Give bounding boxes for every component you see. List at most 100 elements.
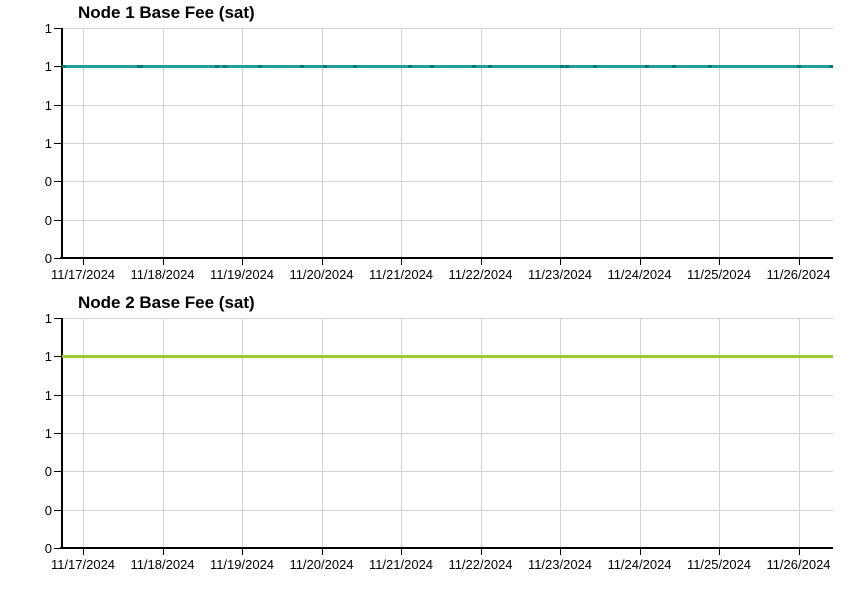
x-axis-tick	[639, 548, 641, 555]
x-axis-tick	[719, 258, 720, 265]
data-point-marker	[138, 64, 143, 68]
y-axis-tick	[54, 433, 61, 434]
vertical-gridline	[401, 28, 402, 258]
horizontal-gridline	[62, 143, 833, 144]
vertical-gridline	[798, 318, 800, 548]
data-point-marker	[258, 64, 263, 68]
y-axis-tick	[54, 105, 61, 106]
x-axis-tick	[162, 258, 164, 265]
data-point-marker	[797, 64, 802, 68]
x-tick-label: 11/26/2024	[766, 557, 831, 572]
y-tick-label: 1	[44, 426, 52, 441]
x-tick-label: 11/17/2024	[50, 267, 116, 282]
horizontal-gridline	[62, 395, 833, 396]
x-tick-label: 11/19/2024	[209, 557, 275, 572]
vertical-gridline	[83, 28, 84, 258]
vertical-gridline	[639, 28, 641, 258]
y-tick-label: 1	[44, 59, 52, 74]
x-axis-tick	[639, 258, 641, 265]
y-tick-label: 1	[44, 388, 52, 403]
x-axis-tick	[162, 548, 164, 555]
y-axis-tick	[54, 395, 61, 396]
y-tick-label: 1	[44, 98, 52, 113]
data-point-marker	[407, 64, 412, 68]
x-axis-tick	[242, 258, 243, 265]
horizontal-gridline	[62, 318, 833, 319]
x-axis-tick	[560, 548, 561, 555]
x-axis-tick	[242, 548, 243, 555]
vertical-gridline	[798, 28, 800, 258]
series-line	[62, 354, 833, 358]
y-axis-line	[61, 28, 63, 259]
data-point-marker	[487, 64, 492, 68]
x-axis-line	[60, 547, 833, 549]
y-axis-tick	[54, 220, 61, 221]
x-tick-label: 11/19/2024	[209, 267, 275, 282]
vertical-gridline	[321, 318, 323, 548]
data-point-marker	[471, 64, 476, 68]
x-tick-label: 11/20/2024	[289, 557, 354, 572]
x-axis-tick	[560, 258, 561, 265]
x-axis-tick	[719, 548, 720, 555]
x-axis-tick	[401, 258, 402, 265]
data-point-marker	[565, 64, 569, 68]
x-tick-label: 11/21/2024	[368, 267, 434, 282]
x-tick-label: 11/22/2024	[448, 267, 513, 282]
data-point-marker	[62, 64, 67, 68]
y-axis-tick	[54, 471, 61, 472]
y-axis-tick	[54, 28, 61, 29]
y-tick-label: 0	[44, 503, 52, 518]
x-axis-tick	[321, 258, 323, 265]
x-tick-label: 11/25/2024	[686, 267, 752, 282]
data-point-marker	[707, 64, 712, 68]
vertical-gridline	[321, 28, 323, 258]
node2-base-fee-chart: Node 2 Base Fee (sat) 11/17/2024 11/18/20…	[0, 290, 860, 580]
x-axis-tick	[401, 548, 402, 555]
x-tick-label: 11/18/2024	[130, 557, 195, 572]
chart-title: Node 1 Base Fee (sat)	[78, 3, 255, 22]
y-axis-tick	[54, 356, 61, 357]
y-tick-label: 0	[44, 541, 52, 556]
data-point-marker	[559, 64, 564, 68]
plot-area: 11/17/2024 11/18/2024 11/19/2024 11/20/2024…	[45, 21, 833, 282]
y-axis-tick	[54, 510, 61, 511]
y-axis-tick	[54, 143, 61, 144]
data-point-marker	[352, 64, 357, 68]
horizontal-gridline	[62, 433, 833, 434]
y-tick-label: 1	[44, 21, 52, 36]
vertical-gridline	[560, 318, 561, 548]
x-axis-tick	[83, 258, 84, 265]
x-axis-tick	[480, 258, 482, 265]
y-tick-label: 1	[44, 136, 52, 151]
x-tick-label: 11/25/2024	[686, 557, 752, 572]
x-tick-label: 11/21/2024	[368, 557, 434, 572]
data-point-marker	[645, 64, 650, 68]
vertical-gridline	[83, 318, 84, 548]
x-tick-label: 11/17/2024	[50, 557, 116, 572]
x-tick-label: 11/22/2024	[448, 557, 513, 572]
x-axis-tick	[798, 548, 800, 555]
data-point-marker	[430, 64, 435, 68]
plot-area: 11/17/2024 11/18/2024 11/19/2024 11/20/2024…	[45, 311, 833, 572]
data-point-marker	[828, 64, 833, 68]
data-point-marker	[214, 64, 219, 68]
base-fee-charts-page: Node 1 Base Fee (sat) 11/17/2024 11/18/20…	[0, 0, 860, 600]
x-tick-label: 11/23/2024	[527, 557, 593, 572]
chart-title: Node 2 Base Fee (sat)	[78, 293, 255, 312]
vertical-gridline	[401, 318, 402, 548]
x-tick-label: 11/20/2024	[289, 267, 354, 282]
series-line	[62, 64, 833, 68]
y-tick-label: 1	[44, 311, 52, 326]
y-tick-label: 1	[44, 349, 52, 364]
data-point-marker	[592, 64, 597, 68]
vertical-gridline	[162, 318, 164, 548]
x-tick-label: 11/24/2024	[607, 267, 672, 282]
vertical-gridline	[639, 318, 641, 548]
vertical-gridline	[560, 28, 561, 258]
y-axis-tick	[54, 66, 61, 67]
x-tick-label: 11/26/2024	[766, 267, 831, 282]
y-axis-line	[61, 318, 63, 549]
data-point-marker	[222, 64, 227, 68]
horizontal-gridline	[62, 105, 833, 106]
x-axis-tick	[480, 548, 482, 555]
